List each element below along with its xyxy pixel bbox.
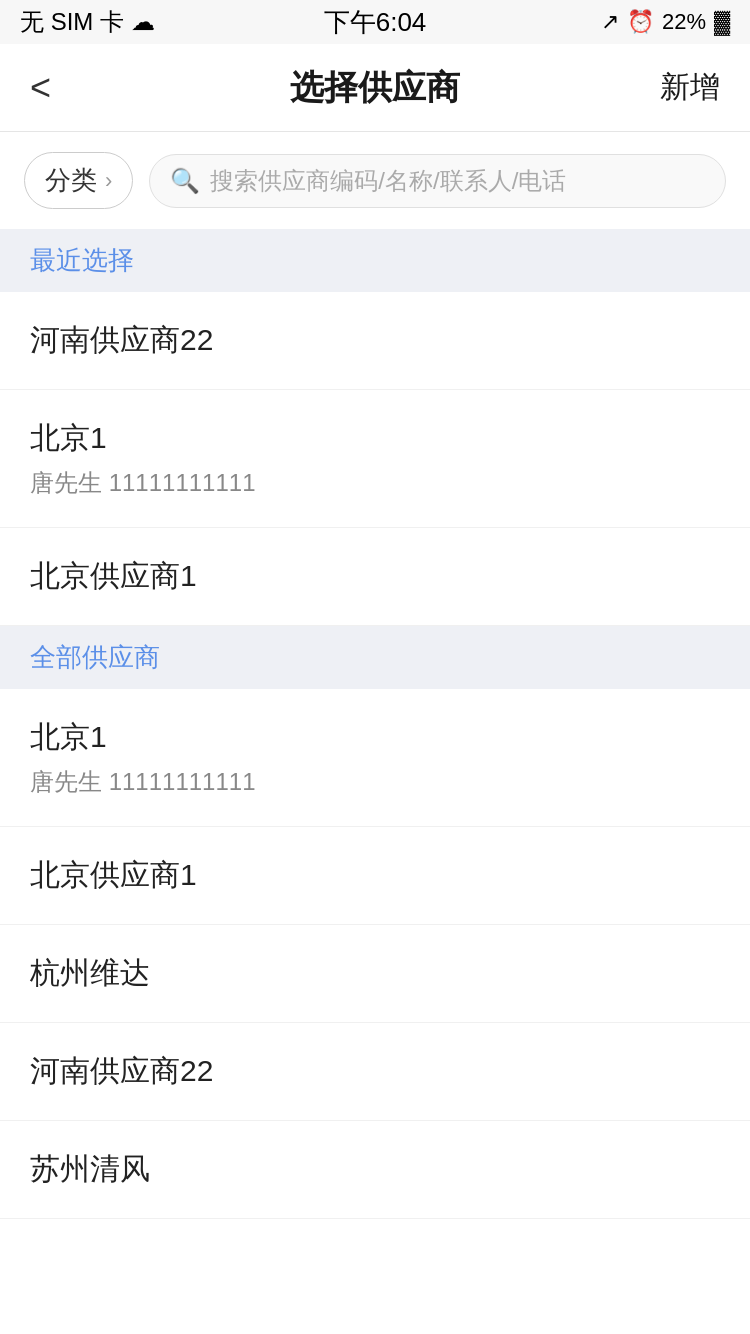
category-filter-button[interactable]: 分类 › — [24, 152, 133, 209]
all-supplier-list: 北京1 唐先生 11111111111 北京供应商1 杭州维达河南供应商22 苏州清风 — [0, 689, 750, 1219]
recent-supplier-list: 河南供应商22 北京1 唐先生 11111111111 北京供应商1 — [0, 292, 750, 626]
list-item[interactable]: 杭州维达 — [0, 925, 750, 1023]
filter-row: 分类 › 🔍 搜索供应商编码/名称/联系人/电话 — [0, 132, 750, 229]
status-bar-time: 下午6:04 — [324, 5, 427, 40]
list-item[interactable]: 北京供应商1 — [0, 528, 750, 626]
supplier-name: 北京供应商1 — [30, 556, 720, 597]
list-item[interactable]: 北京1 唐先生 11111111111 — [0, 689, 750, 827]
list-item[interactable]: 河南供应商22 — [0, 1023, 750, 1121]
list-item[interactable]: 苏州清风 — [0, 1121, 750, 1219]
search-placeholder-text: 搜索供应商编码/名称/联系人/电话 — [210, 165, 566, 197]
battery-label: 22% — [662, 9, 706, 35]
supplier-name: 河南供应商22 — [30, 1051, 720, 1092]
supplier-contact: 唐先生 11111111111 — [30, 766, 720, 798]
search-icon: 🔍 — [170, 167, 200, 195]
add-button[interactable]: 新增 — [660, 67, 720, 108]
alarm-icon: ⏰ — [627, 9, 654, 35]
list-item[interactable]: 北京供应商1 — [0, 827, 750, 925]
status-bar: 无 SIM 卡 ☁ 下午6:04 ↗ ⏰ 22% ▓ — [0, 0, 750, 44]
search-box[interactable]: 🔍 搜索供应商编码/名称/联系人/电话 — [149, 154, 726, 208]
category-label: 分类 — [45, 163, 97, 198]
supplier-name: 北京1 — [30, 418, 720, 459]
sim-label: 无 SIM 卡 ☁ — [20, 6, 155, 38]
status-bar-right: ↗ ⏰ 22% ▓ — [601, 9, 730, 35]
location-icon: ↗ — [601, 9, 619, 35]
all-section-header: 全部供应商 — [0, 626, 750, 689]
supplier-name: 北京1 — [30, 717, 720, 758]
supplier-name: 苏州清风 — [30, 1149, 720, 1190]
nav-bar: < 选择供应商 新增 — [0, 44, 750, 132]
battery-icon: ▓ — [714, 9, 730, 35]
back-button[interactable]: < — [30, 67, 90, 109]
list-item[interactable]: 河南供应商22 — [0, 292, 750, 390]
supplier-name: 北京供应商1 — [30, 855, 720, 896]
recent-section-header: 最近选择 — [0, 229, 750, 292]
page-title: 选择供应商 — [290, 65, 460, 111]
chevron-right-icon: › — [105, 168, 112, 194]
list-item[interactable]: 北京1 唐先生 11111111111 — [0, 390, 750, 528]
status-bar-left: 无 SIM 卡 ☁ — [20, 6, 155, 38]
supplier-contact: 唐先生 11111111111 — [30, 467, 720, 499]
supplier-name: 河南供应商22 — [30, 320, 720, 361]
supplier-name: 杭州维达 — [30, 953, 720, 994]
